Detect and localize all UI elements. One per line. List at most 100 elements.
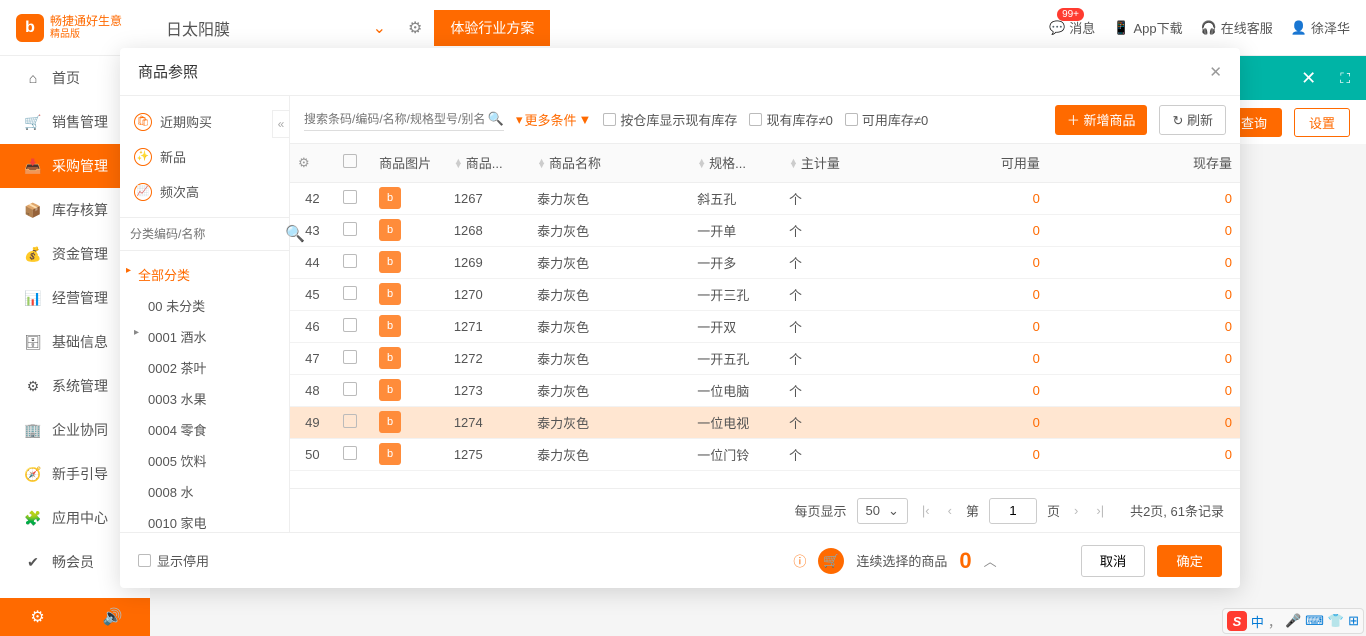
category-item[interactable]: 0002 茶叶 [120,352,289,383]
prev-page-button[interactable]: ‹ [944,503,956,518]
row-checkbox[interactable] [343,286,357,300]
table-row[interactable]: 47b1272泰力灰色一开五孔个00 [290,342,1240,374]
category-item[interactable]: 0004 零食 [120,414,289,445]
modal-header: 商品参照 ✕ [120,48,1240,96]
row-checkbox[interactable] [343,222,357,236]
cell-name: 泰力灰色 [529,246,689,278]
sort-icon: ▲▼ [697,159,706,168]
cell-code: 1270 [446,278,529,310]
row-checkbox[interactable] [343,382,357,396]
search-icon[interactable]: 🔍 [488,111,504,127]
cell-code: 1274 [446,406,529,438]
product-search-input[interactable] [304,108,488,130]
category-item[interactable]: 0005 饮料 [120,445,289,476]
filter-by-warehouse-checkbox[interactable]: 按仓库显示现有库存 [603,110,737,129]
column-header[interactable]: 商品图片 [371,144,446,182]
table-row[interactable]: 49b1274泰力灰色一位电视个00 [290,406,1240,438]
chevron-down-icon: ⌄ [888,503,899,519]
cancel-button[interactable]: 取消 [1081,545,1146,577]
row-checkbox[interactable] [343,318,357,332]
confirm-button[interactable]: 确定 [1157,545,1222,577]
row-checkbox[interactable] [343,446,357,460]
column-header[interactable]: ▲▼商品名称 [529,144,689,182]
sort-icon: ▲▼ [454,159,463,168]
first-page-button[interactable]: |‹ [918,503,934,518]
cell-spec: 一位门铃 [689,438,781,470]
row-checkbox[interactable] [343,190,357,204]
category-item[interactable]: 0001 酒水 [120,321,289,352]
product-image-icon: b [379,379,401,401]
cell-code: 1273 [446,374,529,406]
page-input[interactable] [989,498,1037,524]
cell-avail: 0 [856,406,1048,438]
column-header[interactable] [335,144,371,182]
category-item[interactable]: 00 未分类 [120,290,289,321]
quick-filter-2[interactable]: 📈频次高 [120,174,289,209]
cell-spec: 一位电脑 [689,374,781,406]
category-root[interactable]: 全部分类 [120,259,289,290]
more-filters-toggle[interactable]: ▾ 更多条件 ▼ [516,110,591,129]
row-checkbox[interactable] [343,350,357,364]
page-prefix: 第 [966,501,979,520]
search-icon[interactable]: 🔍 [285,224,305,244]
table-row[interactable]: 48b1273泰力灰色一位电脑个00 [290,374,1240,406]
chevron-up-icon[interactable]: ︿ [984,551,997,570]
cell-avail: 0 [856,246,1048,278]
per-page-label: 每页显示 [795,501,847,520]
show-stopped-checkbox[interactable]: 显示停用 [138,551,209,570]
cell-stock: 0 [1048,278,1240,310]
cell-avail: 0 [856,342,1048,374]
last-page-button[interactable]: ›| [1092,503,1108,518]
gear-icon[interactable]: ⚙ [298,155,310,170]
cart-count: 0 [959,548,971,574]
cell-spec: 一开五孔 [689,342,781,374]
cell-code: 1268 [446,214,529,246]
filter-stock-nonzero-checkbox[interactable]: 现有库存≠0 [749,110,832,129]
select-all-checkbox[interactable] [343,154,357,168]
cell-avail: 0 [856,214,1048,246]
table-row[interactable]: 45b1270泰力灰色一开三孔个00 [290,278,1240,310]
category-item[interactable]: 0003 水果 [120,383,289,414]
row-index: 45 [290,278,335,310]
refresh-button[interactable]: ↻ 刷新 [1159,105,1226,135]
column-header[interactable]: ⚙ [290,144,335,182]
cell-unit: 个 [781,342,856,374]
page-size-select[interactable]: 50⌄ [857,498,908,524]
next-page-button[interactable]: › [1070,503,1082,518]
page-suffix: 页 [1047,501,1060,520]
collapse-sidebar-icon[interactable]: « [272,110,290,138]
cell-stock: 0 [1048,342,1240,374]
table-row[interactable]: 44b1269泰力灰色一开多个00 [290,246,1240,278]
cell-stock: 0 [1048,214,1240,246]
product-image-icon: b [379,315,401,337]
column-header[interactable]: 可用量 [856,144,1048,182]
cell-unit: 个 [781,214,856,246]
category-item[interactable]: 0010 家电 [120,507,289,532]
modal-close-icon[interactable]: ✕ [1209,63,1222,81]
column-header[interactable]: ▲▼规格... [689,144,781,182]
help-icon[interactable]: ⓘ [793,551,806,570]
column-header[interactable]: 现存量 [1048,144,1240,182]
quick-filter-icon: 🛍 [134,113,152,131]
row-checkbox[interactable] [343,414,357,428]
row-checkbox[interactable] [343,254,357,268]
cell-spec: 一位电视 [689,406,781,438]
product-search: 🔍 [304,108,504,131]
column-header[interactable]: ▲▼主计量 [781,144,856,182]
product-image-icon: b [379,283,401,305]
cart-icon[interactable]: 🛒 [818,548,844,574]
table-row[interactable]: 42b1267泰力灰色斜五孔个00 [290,182,1240,214]
cell-unit: 个 [781,374,856,406]
filter-avail-nonzero-checkbox[interactable]: 可用库存≠0 [845,110,928,129]
column-header[interactable]: ▲▼商品... [446,144,529,182]
table-row[interactable]: 43b1268泰力灰色一开单个00 [290,214,1240,246]
table-row[interactable]: 46b1271泰力灰色一开双个00 [290,310,1240,342]
quick-filter-0[interactable]: 🛍近期购买 [120,104,289,139]
table-row[interactable]: 50b1275泰力灰色一位门铃个00 [290,438,1240,470]
cell-avail: 0 [856,438,1048,470]
category-search-input[interactable] [130,227,285,241]
category-item[interactable]: 0008 水 [120,476,289,507]
quick-filter-1[interactable]: ✨新品 [120,139,289,174]
add-product-button[interactable]: ＋ 新增商品 [1055,105,1148,135]
product-table-scroll[interactable]: ⚙ 商品图片▲▼商品...▲▼商品名称▲▼规格...▲▼主计量可用量现存量 42b… [290,144,1240,488]
